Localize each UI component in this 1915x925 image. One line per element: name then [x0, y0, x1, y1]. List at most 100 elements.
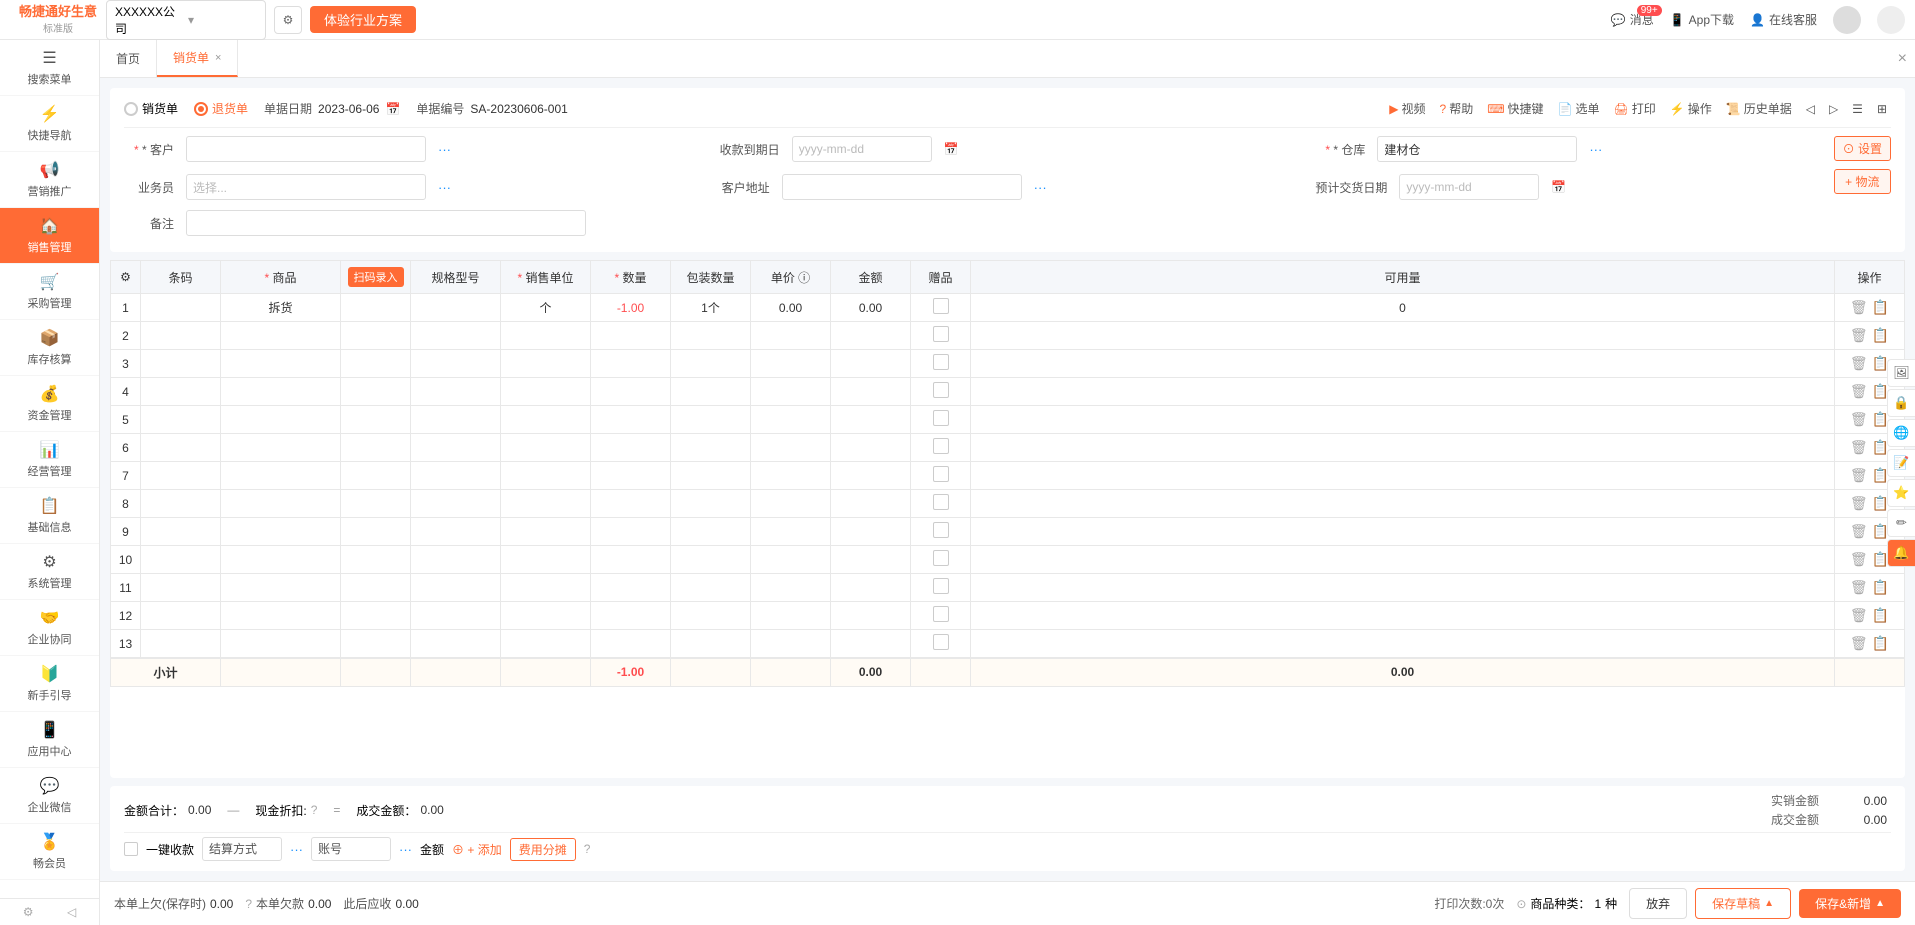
- payment-due-input[interactable]: yyyy-mm-dd: [792, 136, 932, 162]
- row-barcode[interactable]: [141, 294, 221, 322]
- copy-icon[interactable]: 📋: [1872, 635, 1889, 652]
- tab-sales-order[interactable]: 销货单 ×: [157, 40, 238, 77]
- row-product[interactable]: 拆货: [221, 294, 341, 322]
- sidebar-settings-icon[interactable]: ⚙: [23, 905, 34, 919]
- row-quantity[interactable]: -1.00: [591, 294, 671, 322]
- gift-checkbox[interactable]: [933, 522, 949, 538]
- sidebar-item-sales[interactable]: 🏠 销售管理: [0, 208, 99, 264]
- sidebar-item-search[interactable]: ☰ 搜索菜单: [0, 40, 99, 96]
- sidebar-item-shortcut[interactable]: ⚡ 快捷导航: [0, 96, 99, 152]
- toolbar-list-view-btn[interactable]: ☰: [1848, 100, 1867, 118]
- gift-checkbox[interactable]: [933, 410, 949, 426]
- col-settings[interactable]: ⚙: [111, 261, 141, 294]
- expense-question-icon[interactable]: ?: [584, 842, 591, 856]
- radio-sales-circle[interactable]: [124, 102, 138, 116]
- row-spec[interactable]: [341, 294, 411, 322]
- sidebar-item-enterprise[interactable]: 🤝 企业协同: [0, 600, 99, 656]
- trial-btn[interactable]: 体验行业方案: [310, 6, 416, 33]
- gift-checkbox[interactable]: [933, 298, 949, 314]
- table-scroll[interactable]: ⚙ 条码 * 商品 扫码录入 规格型号 * 销售单位 * 数量 包装数量 单价 …: [110, 260, 1905, 778]
- toolbar-help-btn[interactable]: ? 帮助: [1436, 98, 1478, 119]
- sidebar-item-wechat[interactable]: 💬 企业微信: [0, 768, 99, 824]
- toolbar-select-btn[interactable]: 📄 选单: [1554, 98, 1604, 119]
- delete-icon[interactable]: 🗑: [1850, 579, 1868, 596]
- customer-address-more-btn[interactable]: ···: [1034, 180, 1047, 195]
- delete-icon[interactable]: 🗑: [1850, 495, 1868, 512]
- date-calendar-icon[interactable]: 📅: [385, 102, 400, 116]
- tab-home[interactable]: 首页: [100, 40, 157, 77]
- delete-icon[interactable]: 🗑: [1850, 635, 1868, 652]
- payment-account-more-btn[interactable]: ···: [399, 842, 412, 857]
- online-service-btn[interactable]: 👤 在线客服: [1750, 11, 1817, 28]
- delete-icon[interactable]: 🗑: [1850, 383, 1868, 400]
- warehouse-input[interactable]: 建材仓: [1377, 136, 1577, 162]
- app-download-btn[interactable]: 📱 App下载: [1670, 11, 1734, 28]
- settings-btn[interactable]: ⊙ 设置: [1834, 136, 1891, 161]
- copy-icon[interactable]: 📋: [1872, 607, 1889, 624]
- tab-close-icon[interactable]: ×: [215, 52, 221, 64]
- delete-icon[interactable]: 🗑: [1850, 299, 1868, 316]
- notes-input[interactable]: [186, 210, 586, 236]
- customer-more-btn[interactable]: ···: [438, 142, 451, 157]
- expense-btn[interactable]: 费用分摊: [510, 838, 576, 861]
- sidebar-item-marketing[interactable]: 📢 营销推广: [0, 152, 99, 208]
- sidebar-item-guide[interactable]: 🔰 新手引导: [0, 656, 99, 712]
- gift-checkbox[interactable]: [933, 326, 949, 342]
- toolbar-shortcut-btn[interactable]: ⌨ 快捷键: [1483, 98, 1547, 119]
- row-sales-unit[interactable]: 个: [501, 294, 591, 322]
- delete-icon[interactable]: 🗑: [1850, 355, 1868, 372]
- tab-close-all[interactable]: ×: [1898, 40, 1915, 77]
- discard-btn[interactable]: 放弃: [1629, 888, 1687, 919]
- toolbar-grid-view-btn[interactable]: ⊞: [1873, 100, 1891, 118]
- expected-delivery-calendar-icon[interactable]: 📅: [1551, 180, 1566, 194]
- rf-image-btn[interactable]: 🖼: [1887, 359, 1915, 387]
- salesperson-input[interactable]: 选择...: [186, 174, 426, 200]
- one-click-checkbox[interactable]: [124, 842, 138, 856]
- payment-method-more-btn[interactable]: ···: [290, 842, 303, 857]
- toolbar-history-btn[interactable]: 📜 历史单据: [1722, 98, 1796, 119]
- payment-method-select[interactable]: 结算方式: [202, 837, 282, 861]
- gift-checkbox[interactable]: [933, 550, 949, 566]
- row-amount[interactable]: 0.00: [831, 294, 911, 322]
- customer-input[interactable]: [186, 136, 426, 162]
- scan-btn[interactable]: 扫码录入: [348, 267, 404, 287]
- avatar[interactable]: [1833, 6, 1861, 34]
- sidebar-item-member[interactable]: 🏅 畅会员: [0, 824, 99, 880]
- sidebar-item-inventory[interactable]: 📦 库存核算: [0, 320, 99, 376]
- rf-note-btn[interactable]: 📝: [1887, 449, 1915, 477]
- save-draft-btn[interactable]: 保存草稿 ▲: [1695, 888, 1791, 919]
- toolbar-operate-btn[interactable]: ⚡ 操作: [1666, 98, 1716, 119]
- product-count-icon[interactable]: ⊙: [1516, 897, 1526, 911]
- radio-return-circle[interactable]: [194, 102, 208, 116]
- gift-checkbox[interactable]: [933, 466, 949, 482]
- rf-edit-btn[interactable]: ✏: [1887, 509, 1915, 537]
- rf-alert-btn[interactable]: 🔔: [1887, 539, 1915, 567]
- logistics-btn[interactable]: + 物流: [1834, 169, 1891, 194]
- delete-icon[interactable]: 🗑: [1850, 551, 1868, 568]
- expected-delivery-input[interactable]: yyyy-mm-dd: [1399, 174, 1539, 200]
- copy-icon[interactable]: 📋: [1872, 327, 1889, 344]
- radio-sales[interactable]: 销货单: [124, 100, 178, 117]
- toolbar-print-btn[interactable]: 🖨 打印: [1610, 98, 1660, 119]
- copy-icon[interactable]: 📋: [1872, 579, 1889, 596]
- message-btn[interactable]: 💬 消息 99+: [1611, 11, 1654, 28]
- toolbar-video-btn[interactable]: ▶ 视频: [1385, 98, 1429, 119]
- row-unit[interactable]: [411, 294, 501, 322]
- sidebar-item-appstore[interactable]: 📱 应用中心: [0, 712, 99, 768]
- sidebar-item-basic[interactable]: 📋 基础信息: [0, 488, 99, 544]
- sidebar-item-purchase[interactable]: 🛒 采购管理: [0, 264, 99, 320]
- delete-icon[interactable]: 🗑: [1850, 607, 1868, 624]
- settings-icon[interactable]: ⚙: [274, 6, 302, 34]
- gift-checkbox[interactable]: [933, 354, 949, 370]
- warehouse-more-btn[interactable]: ···: [1589, 142, 1602, 157]
- save-new-btn[interactable]: 保存&新增 ▲: [1799, 889, 1901, 918]
- close-all-icon[interactable]: ×: [1898, 50, 1907, 68]
- delete-icon[interactable]: 🗑: [1850, 411, 1868, 428]
- customer-address-input[interactable]: [782, 174, 1022, 200]
- company-selector[interactable]: XXXXXX公司 ▾: [106, 0, 266, 40]
- gift-checkbox[interactable]: [933, 578, 949, 594]
- gift-checkbox[interactable]: [933, 382, 949, 398]
- rf-star-btn[interactable]: ⭐: [1887, 479, 1915, 507]
- row-gift[interactable]: [911, 294, 971, 322]
- gift-checkbox[interactable]: [933, 438, 949, 454]
